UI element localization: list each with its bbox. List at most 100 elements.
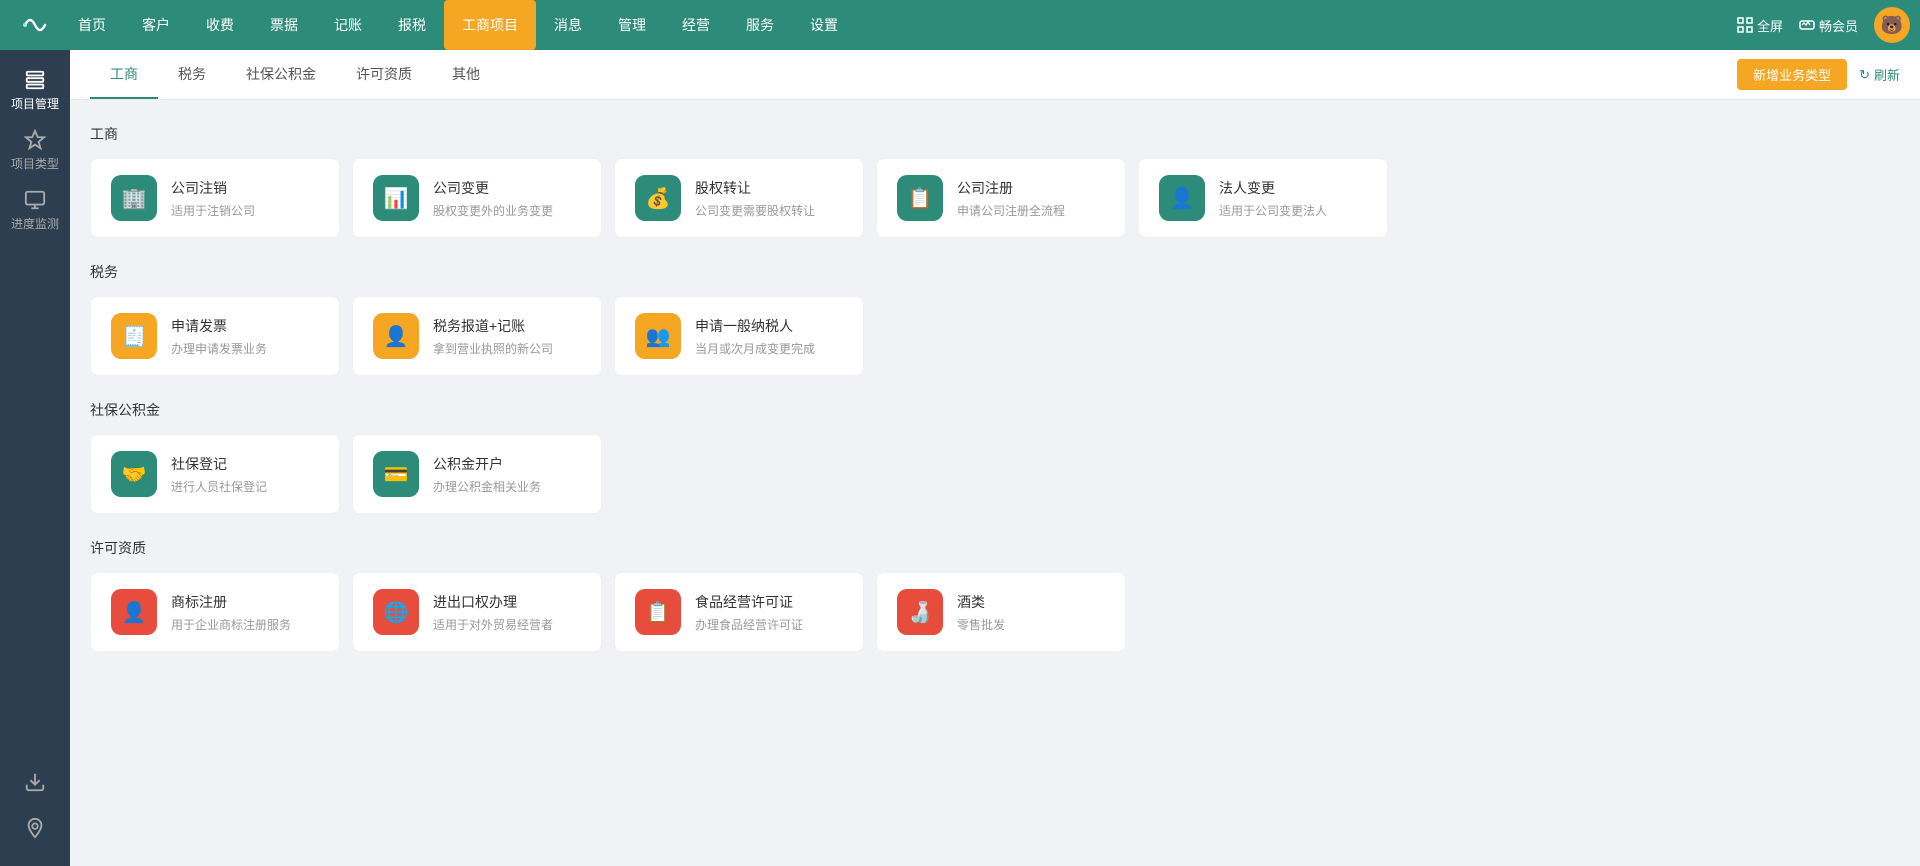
- card-info: 商标注册 用于企业商标注册服务: [171, 592, 319, 633]
- service-card-0-0[interactable]: 🏢 公司注销 适用于注销公司: [90, 158, 340, 238]
- top-nav-right: 全屏 畅会员 🐻: [1737, 7, 1910, 43]
- content-area: 工商税务社保公积金许可资质其他 新增业务类型 ↻ 刷新 工商 🏢 公司注销 适用…: [70, 50, 1920, 866]
- tab-actions: 新增业务类型 ↻ 刷新: [1737, 59, 1900, 90]
- card-desc: 办理公积金相关业务: [433, 478, 581, 495]
- refresh-button[interactable]: ↻ 刷新: [1859, 65, 1900, 84]
- service-card-2-1[interactable]: 💳 公积金开户 办理公积金相关业务: [352, 434, 602, 514]
- top-nav-item-5[interactable]: 报税: [380, 0, 444, 50]
- card-desc: 适用于注销公司: [171, 202, 319, 219]
- top-nav-item-0[interactable]: 首页: [60, 0, 124, 50]
- refresh-icon: ↻: [1859, 67, 1870, 83]
- service-card-1-0[interactable]: 🧾 申请发票 办理申请发票业务: [90, 296, 340, 376]
- card-info: 公司注销 适用于注销公司: [171, 178, 319, 219]
- card-icon: 📋: [635, 589, 681, 635]
- location-icon[interactable]: [17, 810, 53, 846]
- card-info: 进出口权办理 适用于对外贸易经营者: [433, 592, 581, 633]
- refresh-label: 刷新: [1874, 65, 1900, 84]
- card-desc: 用于企业商标注册服务: [171, 616, 319, 633]
- card-desc: 零售批发: [957, 616, 1105, 633]
- card-title: 税务报道+记账: [433, 316, 581, 336]
- download-icon[interactable]: [17, 764, 53, 800]
- service-card-3-1[interactable]: 🌐 进出口权办理 适用于对外贸易经营者: [352, 572, 602, 652]
- fullscreen-button[interactable]: 全屏: [1737, 16, 1783, 35]
- section-title-0: 工商: [90, 124, 1900, 144]
- top-nav-item-1[interactable]: 客户: [124, 0, 188, 50]
- card-title: 商标注册: [171, 592, 319, 612]
- card-icon: 💳: [373, 451, 419, 497]
- card-title: 法人变更: [1219, 178, 1367, 198]
- card-desc: 拿到营业执照的新公司: [433, 340, 581, 357]
- tab-item-2[interactable]: 社保公积金: [226, 50, 336, 99]
- sidebar-item-label: 进度监测: [11, 215, 59, 232]
- service-card-0-1[interactable]: 📊 公司变更 股权变更外的业务变更: [352, 158, 602, 238]
- card-info: 申请发票 办理申请发票业务: [171, 316, 319, 357]
- card-title: 申请一般纳税人: [695, 316, 843, 336]
- section-grid-3: 👤 商标注册 用于企业商标注册服务 🌐 进出口权办理 适用于对外贸易经营者 📋: [90, 572, 1900, 652]
- card-icon: 🏢: [111, 175, 157, 221]
- service-card-0-2[interactable]: 💰 股权转让 公司变更需要股权转让: [614, 158, 864, 238]
- card-title: 食品经营许可证: [695, 592, 843, 612]
- fullscreen-label: 全屏: [1757, 16, 1783, 35]
- top-nav-item-6[interactable]: 工商项目: [444, 0, 536, 50]
- card-title: 公司变更: [433, 178, 581, 198]
- card-info: 酒类 零售批发: [957, 592, 1105, 633]
- top-nav-item-2[interactable]: 收费: [188, 0, 252, 50]
- card-title: 进出口权办理: [433, 592, 581, 612]
- card-icon: 📊: [373, 175, 419, 221]
- service-card-0-3[interactable]: 📋 公司注册 申请公司注册全流程: [876, 158, 1126, 238]
- sidebar-item-project-management[interactable]: 项目管理: [0, 60, 70, 120]
- card-info: 股权转让 公司变更需要股权转让: [695, 178, 843, 219]
- card-desc: 股权变更外的业务变更: [433, 202, 581, 219]
- card-info: 申请一般纳税人 当月或次月成变更完成: [695, 316, 843, 357]
- tab-item-1[interactable]: 税务: [158, 50, 226, 99]
- service-card-3-0[interactable]: 👤 商标注册 用于企业商标注册服务: [90, 572, 340, 652]
- card-info: 社保登记 进行人员社保登记: [171, 454, 319, 495]
- card-title: 公积金开户: [433, 454, 581, 474]
- card-icon: 🌐: [373, 589, 419, 635]
- sidebar-item-label: 项目类型: [11, 155, 59, 172]
- card-title: 公司注册: [957, 178, 1105, 198]
- top-nav-item-9[interactable]: 经营: [664, 0, 728, 50]
- top-nav-item-7[interactable]: 消息: [536, 0, 600, 50]
- service-card-1-1[interactable]: 👤 税务报道+记账 拿到营业执照的新公司: [352, 296, 602, 376]
- card-desc: 办理食品经营许可证: [695, 616, 843, 633]
- card-info: 食品经营许可证 办理食品经营许可证: [695, 592, 843, 633]
- section-title-2: 社保公积金: [90, 400, 1900, 420]
- tab-bar: 工商税务社保公积金许可资质其他 新增业务类型 ↻ 刷新: [70, 50, 1920, 100]
- card-info: 公积金开户 办理公积金相关业务: [433, 454, 581, 495]
- service-card-3-3[interactable]: 🍶 酒类 零售批发: [876, 572, 1126, 652]
- mascot-avatar: 🐻: [1874, 7, 1910, 43]
- scroll-content[interactable]: 工商 🏢 公司注销 适用于注销公司 📊 公司变更 股权变更外的业务变更: [70, 100, 1920, 866]
- sidebar-item-project-type[interactable]: 项目类型: [0, 120, 70, 180]
- sidebar-item-progress[interactable]: 进度监测: [0, 180, 70, 240]
- top-nav-items: 首页客户收费票据记账报税工商项目消息管理经营服务设置: [60, 0, 1737, 50]
- sidebar-bottom: [17, 764, 53, 866]
- new-type-button[interactable]: 新增业务类型: [1737, 59, 1847, 90]
- tab-item-3[interactable]: 许可资质: [336, 50, 432, 99]
- service-card-0-4[interactable]: 👤 法人变更 适用于公司变更法人: [1138, 158, 1388, 238]
- sidebar-item-label: 项目管理: [11, 95, 59, 112]
- service-card-3-2[interactable]: 📋 食品经营许可证 办理食品经营许可证: [614, 572, 864, 652]
- vip-button[interactable]: 畅会员: [1799, 16, 1858, 35]
- service-card-1-2[interactable]: 👥 申请一般纳税人 当月或次月成变更完成: [614, 296, 864, 376]
- tab-item-4[interactable]: 其他: [432, 50, 500, 99]
- card-icon: 👤: [111, 589, 157, 635]
- card-icon: 👤: [373, 313, 419, 359]
- card-desc: 适用于对外贸易经营者: [433, 616, 581, 633]
- main-layout: 项目管理 项目类型 进度监测: [0, 50, 1920, 866]
- top-nav-item-8[interactable]: 管理: [600, 0, 664, 50]
- top-nav-item-3[interactable]: 票据: [252, 0, 316, 50]
- tab-item-0[interactable]: 工商: [90, 50, 158, 99]
- card-info: 法人变更 适用于公司变更法人: [1219, 178, 1367, 219]
- card-desc: 适用于公司变更法人: [1219, 202, 1367, 219]
- card-icon: 👥: [635, 313, 681, 359]
- card-title: 股权转让: [695, 178, 843, 198]
- top-nav-item-10[interactable]: 服务: [728, 0, 792, 50]
- sidebar: 项目管理 项目类型 进度监测: [0, 50, 70, 866]
- service-card-2-0[interactable]: 🤝 社保登记 进行人员社保登记: [90, 434, 340, 514]
- card-title: 公司注销: [171, 178, 319, 198]
- top-nav-item-11[interactable]: 设置: [792, 0, 856, 50]
- card-icon: 📋: [897, 175, 943, 221]
- top-nav-item-4[interactable]: 记账: [316, 0, 380, 50]
- top-navigation: 首页客户收费票据记账报税工商项目消息管理经营服务设置 全屏 畅会员 🐻: [0, 0, 1920, 50]
